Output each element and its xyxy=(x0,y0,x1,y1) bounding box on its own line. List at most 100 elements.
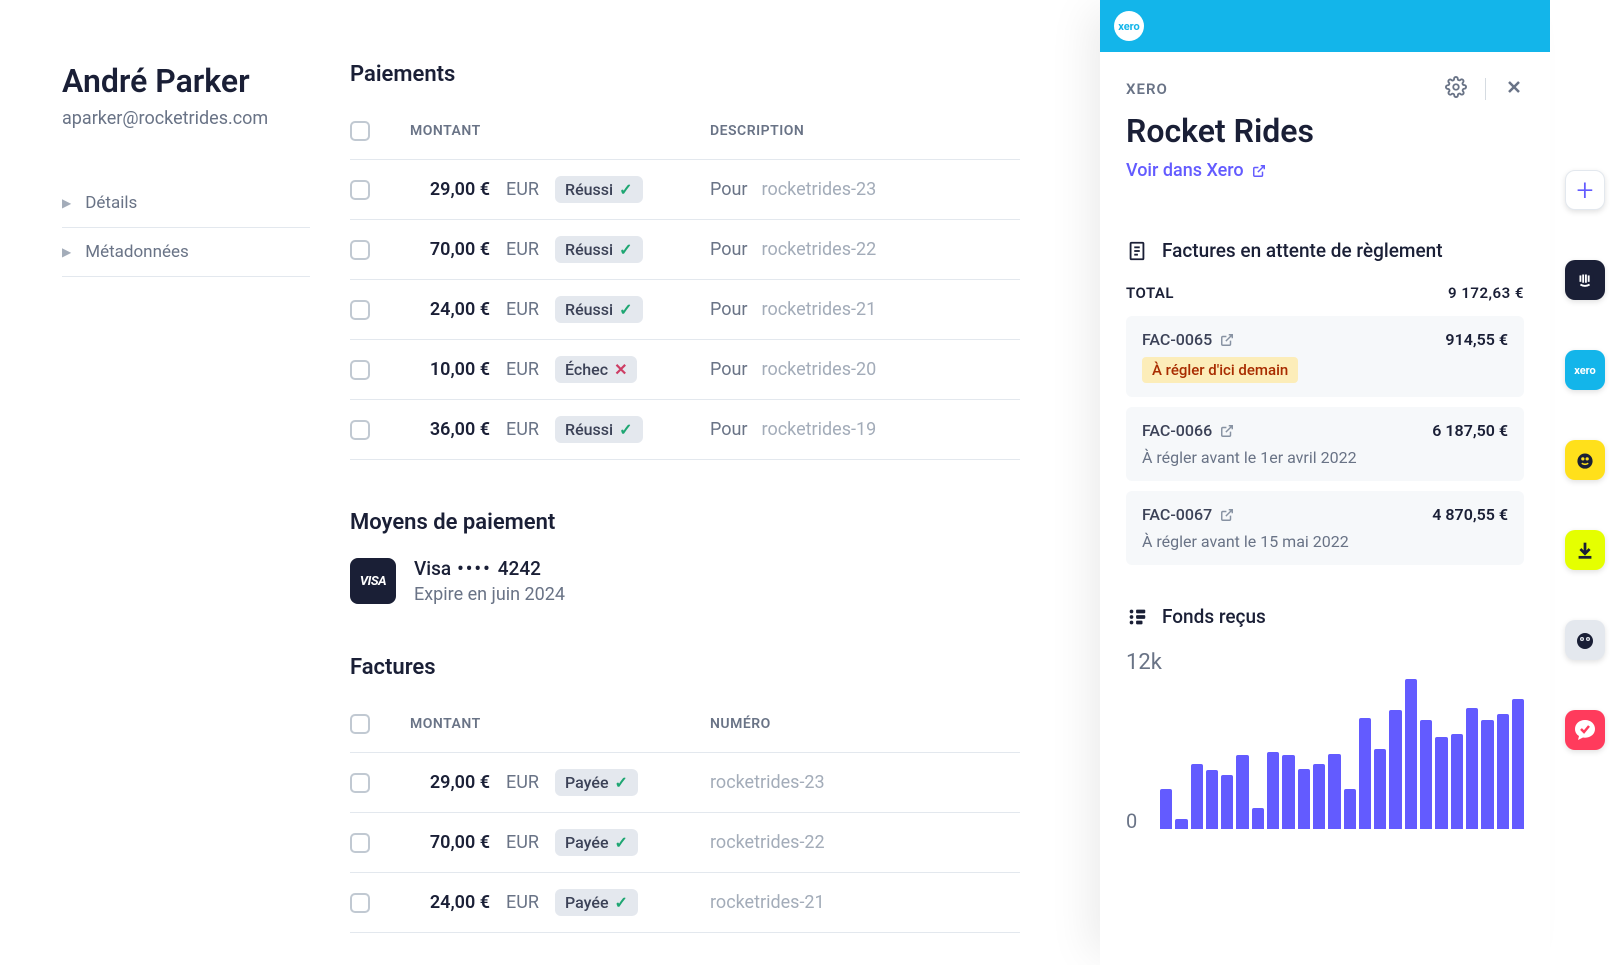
invoices-section-title: Factures xyxy=(350,655,1020,680)
card-mask-icon: •••• xyxy=(457,557,492,580)
pending-invoice-card[interactable]: FAC-0066 6 187,50 €À régler avant le 1er… xyxy=(1126,407,1524,481)
rail-app-hootsuite[interactable] xyxy=(1565,620,1605,660)
payments-section-title: Paiements xyxy=(350,62,1020,87)
rail-app-mailchimp[interactable] xyxy=(1565,440,1605,480)
payment-amount: 29,00 € xyxy=(410,179,490,200)
chart-bar xyxy=(1252,808,1264,829)
chart-bar xyxy=(1313,764,1325,829)
chart-bar xyxy=(1236,755,1248,829)
funds-received-chart: 0 xyxy=(1126,679,1524,829)
funds-icon xyxy=(1126,606,1148,628)
owl-icon xyxy=(1573,628,1597,652)
xero-logo-icon: xero xyxy=(1114,11,1144,41)
payment-id: rocketrides-19 xyxy=(762,419,877,440)
status-badge: Réussi ✓ xyxy=(555,176,643,203)
check-icon: ✓ xyxy=(615,773,628,792)
mailchimp-icon xyxy=(1572,447,1598,473)
payment-row[interactable]: 70,00 €EURRéussi ✓Pourrocketrides-22 xyxy=(350,220,1020,280)
customer-email: aparker@rocketrides.com xyxy=(62,108,310,129)
invoice-id-link[interactable]: FAC-0065 xyxy=(1142,330,1234,349)
row-checkbox[interactable] xyxy=(350,833,370,853)
chart-bar xyxy=(1328,754,1340,829)
payment-amount: 10,00 € xyxy=(410,359,490,380)
status-badge: Payée ✓ xyxy=(555,829,638,856)
rail-app-download[interactable] xyxy=(1565,530,1605,570)
total-value: 9 172,63 € xyxy=(1448,284,1524,302)
invoice-row[interactable]: 29,00 €EURPayée ✓rocketrides-23 xyxy=(350,753,1020,813)
payment-currency: EUR xyxy=(506,179,539,200)
chart-bar xyxy=(1206,770,1218,829)
payment-row[interactable]: 29,00 €EURRéussi ✓Pourrocketrides-23 xyxy=(350,160,1020,220)
invoice-id: rocketrides-23 xyxy=(710,772,825,793)
check-icon: ✓ xyxy=(619,180,632,199)
chart-bar xyxy=(1512,699,1524,829)
payment-id: rocketrides-21 xyxy=(762,299,877,320)
chart-bar xyxy=(1374,749,1386,829)
add-app-button[interactable]: + xyxy=(1565,170,1605,210)
rail-app-xero[interactable]: xero xyxy=(1565,350,1605,390)
close-icon[interactable] xyxy=(1504,77,1524,101)
invoice-id-link[interactable]: FAC-0067 xyxy=(1142,505,1234,524)
invoice-amount: 70,00 € xyxy=(410,832,490,853)
check-icon: ✓ xyxy=(615,833,628,852)
invoice-currency: EUR xyxy=(506,832,539,853)
row-checkbox[interactable] xyxy=(350,893,370,913)
row-checkbox[interactable] xyxy=(350,360,370,380)
invoice-row[interactable]: 24,00 €EURPayée ✓rocketrides-21 xyxy=(350,873,1020,933)
invoice-amount: 4 870,55 € xyxy=(1432,505,1508,524)
chart-y-min: 0 xyxy=(1126,809,1137,833)
receipt-icon xyxy=(1126,240,1148,262)
payment-row[interactable]: 10,00 €EURÉchec ✕Pourrocketrides-20 xyxy=(350,340,1020,400)
sidebar-item-metadata[interactable]: ▶ Métadonnées xyxy=(62,228,310,277)
external-link-icon xyxy=(1220,333,1234,347)
column-number: NUMÉRO xyxy=(710,716,1020,732)
payment-methods-title: Moyens de paiement xyxy=(350,510,1020,535)
payment-row[interactable]: 36,00 €EURRéussi ✓Pourrocketrides-19 xyxy=(350,400,1020,460)
pending-invoice-card[interactable]: FAC-0065 914,55 €À régler d'ici demain xyxy=(1126,316,1524,397)
x-icon: ✕ xyxy=(614,360,627,379)
check-icon: ✓ xyxy=(619,300,632,319)
invoice-row[interactable]: 70,00 €EURPayée ✓rocketrides-22 xyxy=(350,813,1020,873)
check-icon: ✓ xyxy=(619,240,632,259)
chart-bar xyxy=(1221,775,1233,829)
select-all-checkbox[interactable] xyxy=(350,714,370,734)
pending-invoices-heading: Factures en attente de règlement xyxy=(1126,239,1524,262)
chart-bar xyxy=(1405,679,1417,829)
status-badge: Réussi ✓ xyxy=(555,236,643,263)
payment-currency: EUR xyxy=(506,359,539,380)
row-checkbox[interactable] xyxy=(350,240,370,260)
row-checkbox[interactable] xyxy=(350,420,370,440)
sidebar-item-label: Détails xyxy=(85,193,137,213)
chart-bar xyxy=(1175,819,1187,829)
chart-bar xyxy=(1466,708,1478,829)
invoice-currency: EUR xyxy=(506,772,539,793)
payment-currency: EUR xyxy=(506,299,539,320)
invoice-id-link[interactable]: FAC-0066 xyxy=(1142,421,1234,440)
select-all-checkbox[interactable] xyxy=(350,121,370,141)
panel-topbar: xero xyxy=(1100,0,1550,52)
desc-prefix: Pour xyxy=(710,359,748,380)
payment-amount: 36,00 € xyxy=(410,419,490,440)
row-checkbox[interactable] xyxy=(350,773,370,793)
payment-row[interactable]: 24,00 €EURRéussi ✓Pourrocketrides-21 xyxy=(350,280,1020,340)
external-link-icon xyxy=(1220,424,1234,438)
due-text: À régler avant le 15 mai 2022 xyxy=(1142,532,1349,551)
row-checkbox[interactable] xyxy=(350,180,370,200)
gear-icon[interactable] xyxy=(1445,76,1467,102)
rail-app-chat[interactable] xyxy=(1565,710,1605,750)
desc-prefix: Pour xyxy=(710,419,748,440)
row-checkbox[interactable] xyxy=(350,300,370,320)
sidebar-item-details[interactable]: ▶ Détails xyxy=(62,179,310,228)
payment-method-card[interactable]: VISA Visa •••• 4242 Expire en juin 2024 xyxy=(350,557,1020,605)
view-in-xero-link[interactable]: Voir dans Xero xyxy=(1126,160,1266,181)
external-link-icon xyxy=(1220,508,1234,522)
chart-bar xyxy=(1344,789,1356,829)
download-icon xyxy=(1574,539,1596,561)
invoice-id: rocketrides-21 xyxy=(710,892,825,913)
invoice-amount: 24,00 € xyxy=(410,892,490,913)
card-expiry: Expire en juin 2024 xyxy=(414,584,565,605)
pending-invoice-card[interactable]: FAC-0067 4 870,55 € À régler avant le 15 … xyxy=(1126,491,1524,565)
rail-app-intercom[interactable] xyxy=(1565,260,1605,300)
payment-id: rocketrides-20 xyxy=(762,359,877,380)
invoices-table-header: MONTANT NUMÉRO xyxy=(350,702,1020,753)
